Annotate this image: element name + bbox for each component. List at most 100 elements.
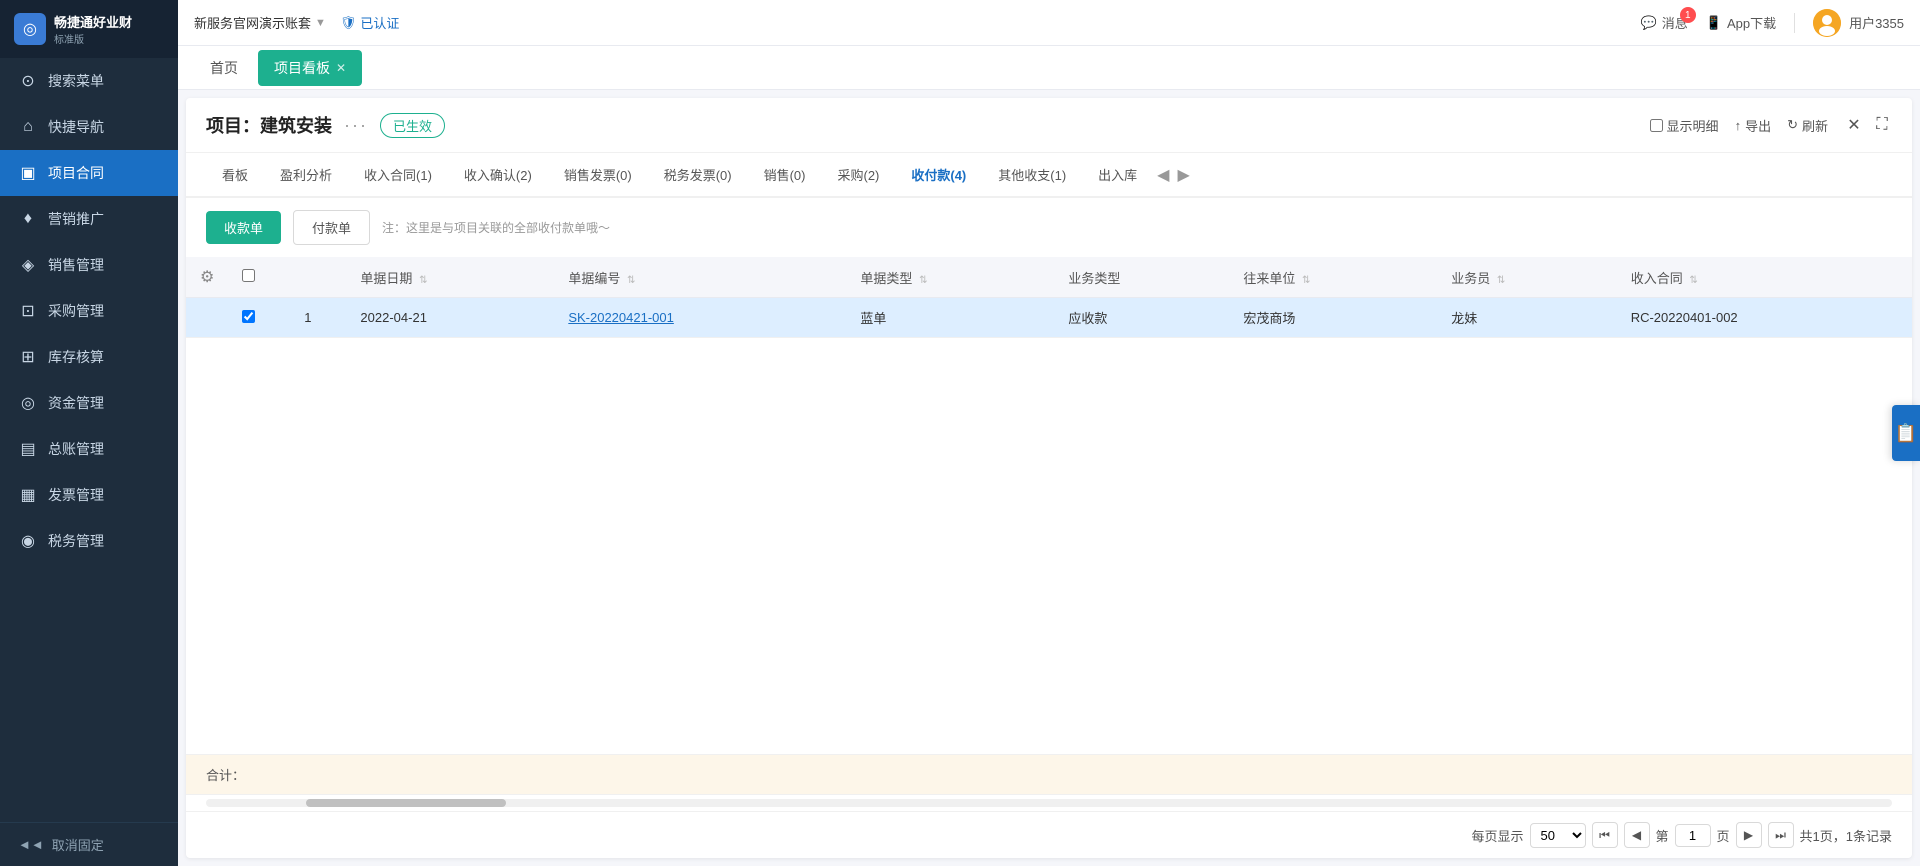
app-logo-icon: ◎: [14, 13, 46, 45]
sidebar-item-purchase[interactable]: ⊡ 采购管理: [0, 288, 178, 334]
float-right-button[interactable]: 📋: [1892, 405, 1920, 461]
sidebar-item-fund[interactable]: ◎ 资金管理: [0, 380, 178, 426]
sub-nav-income-contract[interactable]: 收入合同(1): [348, 153, 448, 196]
window-controls: ✕ ⛶: [1844, 115, 1892, 135]
sub-nav-inout-storage[interactable]: 出入库: [1082, 153, 1153, 196]
th-gear[interactable]: ⚙: [186, 257, 228, 298]
messages-badge: 1: [1680, 7, 1696, 23]
user-label: 用户3355: [1849, 13, 1904, 32]
th-income-contract[interactable]: 收入合同 ⇅: [1617, 257, 1912, 298]
sidebar-item-ledger[interactable]: ▤ 总账管理: [0, 426, 178, 472]
sub-nav-kanban[interactable]: 看板: [206, 153, 264, 196]
search-icon: ⊙: [18, 71, 38, 91]
refresh-button[interactable]: ↻ 刷新: [1787, 116, 1828, 135]
sub-nav-income-confirm[interactable]: 收入确认(2): [448, 153, 548, 196]
export-icon: ↑: [1735, 118, 1742, 133]
tab-home-label: 首页: [210, 58, 238, 78]
th-doc-type[interactable]: 单据类型 ⇅: [846, 257, 1054, 298]
sidebar-item-quick-nav[interactable]: ⌂ 快捷导航: [0, 104, 178, 150]
sidebar-item-label: 税务管理: [48, 531, 104, 551]
scrollbar-track: [206, 799, 1892, 807]
th-biz-type: 业务类型: [1054, 257, 1229, 298]
th-doc-date[interactable]: 单据日期 ⇅: [346, 257, 554, 298]
sidebar-item-inventory[interactable]: ⊞ 库存核算: [0, 334, 178, 380]
tab-project-board[interactable]: 项目看板 ✕: [258, 50, 362, 86]
sidebar-item-marketing[interactable]: ♦ 营销推广: [0, 196, 178, 242]
project-more-button[interactable]: ···: [344, 115, 368, 136]
sub-nav-next-arrow[interactable]: ▶: [1173, 157, 1193, 193]
message-icon: 💬: [1641, 15, 1657, 31]
refresh-icon: ↻: [1787, 117, 1798, 133]
scrollbar-area: [186, 794, 1912, 811]
show-detail-input[interactable]: [1650, 119, 1663, 132]
app-download-button[interactable]: 📱 App下载: [1706, 13, 1776, 32]
sort-icon: ⇅: [1302, 275, 1310, 286]
row-checkbox[interactable]: [242, 310, 255, 323]
export-button[interactable]: ↑ 导出: [1735, 116, 1772, 135]
sub-nav-tax-invoice[interactable]: 税务发票(0): [648, 153, 748, 196]
last-page-button[interactable]: ⏭: [1768, 822, 1794, 848]
float-right-icon: 📋: [1895, 423, 1917, 444]
sub-nav-sales[interactable]: 销售(0): [748, 153, 822, 196]
th-salesperson[interactable]: 业务员 ⇅: [1437, 257, 1616, 298]
sub-nav-profit[interactable]: 盈利分析: [264, 153, 348, 196]
sidebar-item-label: 资金管理: [48, 393, 104, 413]
td-doc-type: 蓝单: [846, 298, 1054, 338]
certified-label: 已认证: [360, 13, 399, 32]
close-window-button[interactable]: ✕: [1844, 115, 1864, 135]
sidebar-item-tax[interactable]: ◉ 税务管理: [0, 518, 178, 564]
sidebar-footer[interactable]: ◄◄ 取消固定: [0, 822, 178, 866]
receipt-btn[interactable]: 收款单: [206, 211, 281, 244]
user-menu[interactable]: 用户3355: [1813, 9, 1904, 37]
td-gear: [186, 298, 228, 338]
tab-home[interactable]: 首页: [194, 50, 254, 86]
shield-icon: 🛡: [340, 15, 357, 31]
purchase-icon: ⊡: [18, 301, 38, 321]
first-page-button[interactable]: ⏮: [1592, 822, 1618, 848]
app-subtitle: 标准版: [54, 31, 132, 46]
table-row[interactable]: 1 2022-04-21 SK-20220421-001 蓝单 应收款 宏茂商场…: [186, 298, 1912, 338]
select-all-checkbox[interactable]: [242, 269, 255, 282]
sidebar-item-project-contract[interactable]: ▣ 项目合同: [0, 150, 178, 196]
project-header: 项目：建筑安装 ··· 已生效 显示明细 ↑ 导出 ↻ 刷新 ✕: [186, 98, 1912, 153]
next-page-button[interactable]: ▶: [1736, 822, 1762, 848]
settings-icon[interactable]: ⚙: [200, 269, 214, 286]
certified-badge: 🛡 已认证: [332, 11, 408, 34]
sidebar-item-label: 发票管理: [48, 485, 104, 505]
sub-nav-prev-arrow[interactable]: ◀: [1153, 157, 1173, 193]
per-page-select[interactable]: 50 100 200: [1530, 823, 1586, 848]
maximize-window-button[interactable]: ⛶: [1872, 115, 1892, 135]
th-index: [269, 257, 346, 298]
main-area: 新服务官网演示账套 ▼ 🛡 已认证 💬 消息 1 📱 App下载: [178, 0, 1920, 866]
sidebar-footer-label: 取消固定: [52, 835, 104, 854]
show-detail-checkbox[interactable]: 显示明细: [1650, 116, 1719, 135]
close-tab-icon[interactable]: ✕: [336, 61, 346, 75]
sub-nav-receipt[interactable]: 收付款(4): [895, 153, 982, 196]
sidebar-item-search[interactable]: ⊙ 搜索菜单: [0, 58, 178, 104]
sub-nav-sales-invoice[interactable]: 销售发票(0): [548, 153, 648, 196]
account-dropdown-icon: ▼: [315, 17, 326, 29]
td-doc-no[interactable]: SK-20220421-001: [554, 298, 846, 338]
pagination: 每页显示 50 100 200 ⏮ ◀ 第 页 ▶ ⏭ 共1页，1条记录: [186, 811, 1912, 858]
fund-icon: ◎: [18, 393, 38, 413]
th-partner[interactable]: 往来单位 ⇅: [1229, 257, 1437, 298]
content-area: 项目：建筑安装 ··· 已生效 显示明细 ↑ 导出 ↻ 刷新 ✕: [186, 98, 1912, 858]
account-selector[interactable]: 新服务官网演示账套 ▼: [194, 13, 326, 32]
sort-icon: ⇅: [627, 275, 635, 286]
prev-page-button[interactable]: ◀: [1624, 822, 1650, 848]
doc-no-link[interactable]: SK-20220421-001: [568, 310, 674, 325]
sidebar-item-label: 营销推广: [48, 209, 104, 229]
sub-nav-other-income[interactable]: 其他收支(1): [982, 153, 1082, 196]
th-doc-no[interactable]: 单据编号 ⇅: [554, 257, 846, 298]
total-records-label: 共1页，1条记录: [1800, 826, 1892, 845]
sidebar-item-invoice[interactable]: ▦ 发票管理: [0, 472, 178, 518]
home-icon: ⌂: [18, 118, 38, 136]
scrollbar-thumb[interactable]: [306, 799, 506, 807]
payment-btn[interactable]: 付款单: [293, 210, 370, 245]
messages-button[interactable]: 💬 消息 1: [1641, 13, 1688, 32]
sub-nav-purchase[interactable]: 采购(2): [821, 153, 895, 196]
sidebar-item-sales[interactable]: ◈ 销售管理: [0, 242, 178, 288]
sidebar-item-label: 项目合同: [48, 163, 104, 183]
tax-icon: ◉: [18, 531, 38, 551]
page-input[interactable]: [1675, 824, 1711, 847]
